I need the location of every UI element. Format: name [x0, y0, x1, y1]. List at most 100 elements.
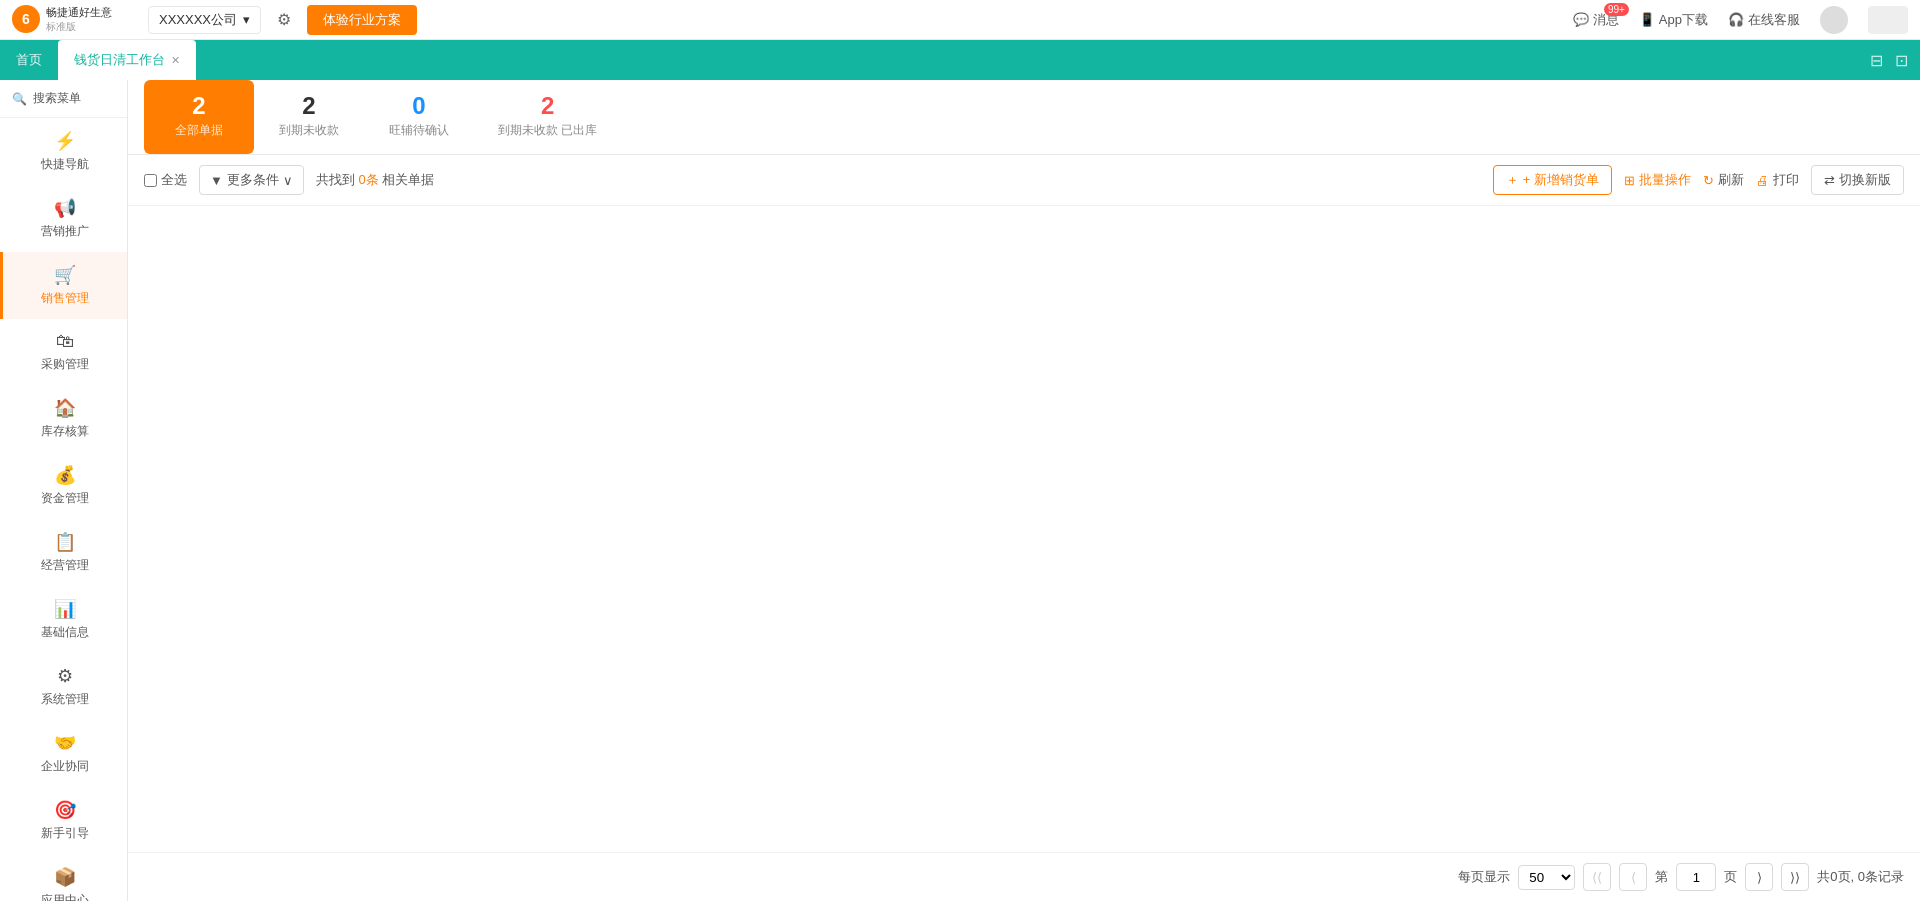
sidebar-item-quick-nav[interactable]: ⚡ 快捷导航	[0, 118, 127, 185]
settings-button[interactable]: ⚙	[269, 5, 299, 35]
tab-close-icon[interactable]: ✕	[171, 54, 180, 67]
found-text: 共找到 0条 相关单据	[316, 171, 434, 189]
pagination: 每页显示 50 100 200 ⟨⟨ ⟨ 第 1 页 ⟩ ⟩⟩ 共0页, 0条记…	[128, 852, 1920, 901]
logo-icon: 6	[12, 5, 40, 33]
message-badge: 99+	[1604, 3, 1629, 16]
stat-overdue-count: 2	[302, 92, 315, 120]
trial-button[interactable]: 体验行业方案	[307, 5, 417, 35]
sidebar-item-marketing[interactable]: 📢 营销推广	[0, 185, 127, 252]
sidebar-item-basic-info[interactable]: 📊 基础信息	[0, 586, 127, 653]
total-records: 共0页, 0条记录	[1817, 868, 1904, 886]
select-all-checkbox[interactable]: 全选	[144, 171, 187, 189]
sidebar-item-label: 资金管理	[41, 490, 89, 507]
toolbar-right: ＋ + 新增销货单 ⊞ 批量操作 ↻ 刷新 🖨 打印 ⇄ 切换新版	[1493, 165, 1904, 195]
online-service-button[interactable]: 🎧 在线客服	[1728, 11, 1800, 29]
add-order-button[interactable]: ＋ + 新增销货单	[1493, 165, 1612, 195]
found-count: 0条	[359, 172, 379, 187]
select-all-label: 全选	[161, 171, 187, 189]
table-area	[128, 206, 1920, 852]
chevron-filter-icon: ∨	[283, 173, 293, 188]
company-selector[interactable]: XXXXXX公司 ▾	[148, 6, 261, 34]
message-button[interactable]: 💬 消息 99+	[1573, 11, 1619, 29]
operations-icon: 📋	[54, 531, 76, 553]
sidebar-item-finance[interactable]: 💰 资金管理	[0, 452, 127, 519]
finance-icon: 💰	[54, 464, 76, 486]
stat-all-count: 2	[192, 92, 205, 120]
stat-tab-all[interactable]: 2 全部单据	[144, 80, 254, 154]
sidebar-item-sales[interactable]: 🛒 销售管理	[0, 252, 127, 319]
search-icon: 🔍	[12, 92, 27, 106]
more-filter-button[interactable]: ▼ 更多条件 ∨	[199, 165, 304, 195]
logo-area: 6 畅捷通好生意 标准版	[12, 5, 140, 33]
avatar[interactable]	[1820, 6, 1848, 34]
stat-shipped-count: 2	[541, 92, 554, 120]
sidebar-item-label: 营销推广	[41, 223, 89, 240]
sidebar-item-cooperation[interactable]: 🤝 企业协同	[0, 720, 127, 787]
app-download-label: App下载	[1659, 11, 1708, 29]
main-content: 2 全部单据 2 到期未收款 0 旺辅待确认 2 到期未收款 已出库 全选	[128, 80, 1920, 901]
page-number-input[interactable]: 1	[1676, 863, 1716, 891]
refresh-icon: ↻	[1703, 173, 1714, 188]
tab-home-label: 首页	[16, 51, 42, 69]
cooperation-icon: 🤝	[54, 732, 76, 754]
batch-icon: ⊞	[1624, 173, 1635, 188]
stat-tab-shipped[interactable]: 2 到期未收款 已出库	[474, 80, 621, 154]
per-page-label: 每页显示	[1458, 868, 1510, 886]
minimize-icon[interactable]: ⊟	[1870, 51, 1883, 70]
search-menu-button[interactable]: 🔍 搜索菜单	[0, 80, 127, 118]
marketing-icon: 📢	[54, 197, 76, 219]
search-menu-label: 搜索菜单	[33, 90, 81, 107]
batch-operation-button[interactable]: ⊞ 批量操作	[1624, 171, 1691, 189]
refresh-button[interactable]: ↻ 刷新	[1703, 171, 1744, 189]
app-download-button[interactable]: 📱 App下载	[1639, 11, 1708, 29]
expand-icon[interactable]: ⊡	[1895, 51, 1908, 70]
app-name: 畅捷通好生意	[46, 5, 112, 19]
switch-version-button[interactable]: ⇄ 切换新版	[1811, 165, 1904, 195]
sidebar-item-inventory[interactable]: 🏠 库存核算	[0, 385, 127, 452]
select-all-input[interactable]	[144, 174, 157, 187]
sidebar-item-label: 采购管理	[41, 356, 89, 373]
per-page-select[interactable]: 50 100 200	[1518, 865, 1575, 890]
stat-tab-pending[interactable]: 0 旺辅待确认	[364, 80, 474, 154]
toolbar-left: 全选 ▼ 更多条件 ∨ 共找到 0条 相关单据	[144, 165, 446, 195]
add-icon: ＋	[1506, 171, 1519, 189]
company-name: XXXXXX公司	[159, 11, 237, 29]
sidebar-item-label: 销售管理	[41, 290, 89, 307]
first-page-button[interactable]: ⟨⟨	[1583, 863, 1611, 891]
user-name[interactable]	[1868, 6, 1908, 34]
sidebar-item-label: 新手引导	[41, 825, 89, 842]
sidebar-item-label: 经营管理	[41, 557, 89, 574]
app-center-icon: 📦	[54, 866, 76, 888]
next-page-button[interactable]: ⟩	[1745, 863, 1773, 891]
batch-label: 批量操作	[1639, 171, 1691, 189]
stat-shipped-label: 到期未收款 已出库	[498, 122, 597, 139]
basic-info-icon: 📊	[54, 598, 76, 620]
tab-home[interactable]: 首页	[0, 40, 58, 80]
sidebar-item-guide[interactable]: 🎯 新手引导	[0, 787, 127, 854]
guide-icon: 🎯	[54, 799, 76, 821]
filter-btn-label: 更多条件	[227, 171, 279, 189]
sidebar-item-label: 快捷导航	[41, 156, 89, 173]
stat-tab-overdue[interactable]: 2 到期未收款	[254, 80, 364, 154]
prev-page-button[interactable]: ⟨	[1619, 863, 1647, 891]
sales-icon: 🛒	[54, 264, 76, 286]
sidebar-item-label: 基础信息	[41, 624, 89, 641]
refresh-label: 刷新	[1718, 171, 1744, 189]
quick-nav-icon: ⚡	[54, 130, 76, 152]
header-right: 💬 消息 99+ 📱 App下载 🎧 在线客服	[1573, 6, 1908, 34]
tab-workbench[interactable]: 钱货日清工作台 ✕	[58, 40, 196, 80]
stat-pending-count: 0	[412, 92, 425, 120]
sidebar-item-operations[interactable]: 📋 经营管理	[0, 519, 127, 586]
sidebar-item-system[interactable]: ⚙ 系统管理	[0, 653, 127, 720]
add-btn-label: + 新增销货单	[1523, 171, 1599, 189]
layout: 🔍 搜索菜单 ⚡ 快捷导航 📢 营销推广 🛒 销售管理 🛍 采购管理 🏠 库存核…	[0, 80, 1920, 901]
nav-tabs-right: ⊟ ⊡	[1870, 51, 1920, 70]
sidebar-item-purchase[interactable]: 🛍 采购管理	[0, 319, 127, 385]
stat-pending-label: 旺辅待确认	[389, 122, 449, 139]
table-empty-state	[128, 206, 1920, 852]
print-icon: 🖨	[1756, 173, 1769, 188]
inventory-icon: 🏠	[54, 397, 76, 419]
last-page-button[interactable]: ⟩⟩	[1781, 863, 1809, 891]
print-button[interactable]: 🖨 打印	[1756, 171, 1799, 189]
sidebar-item-app-center[interactable]: 📦 应用中心	[0, 854, 127, 901]
